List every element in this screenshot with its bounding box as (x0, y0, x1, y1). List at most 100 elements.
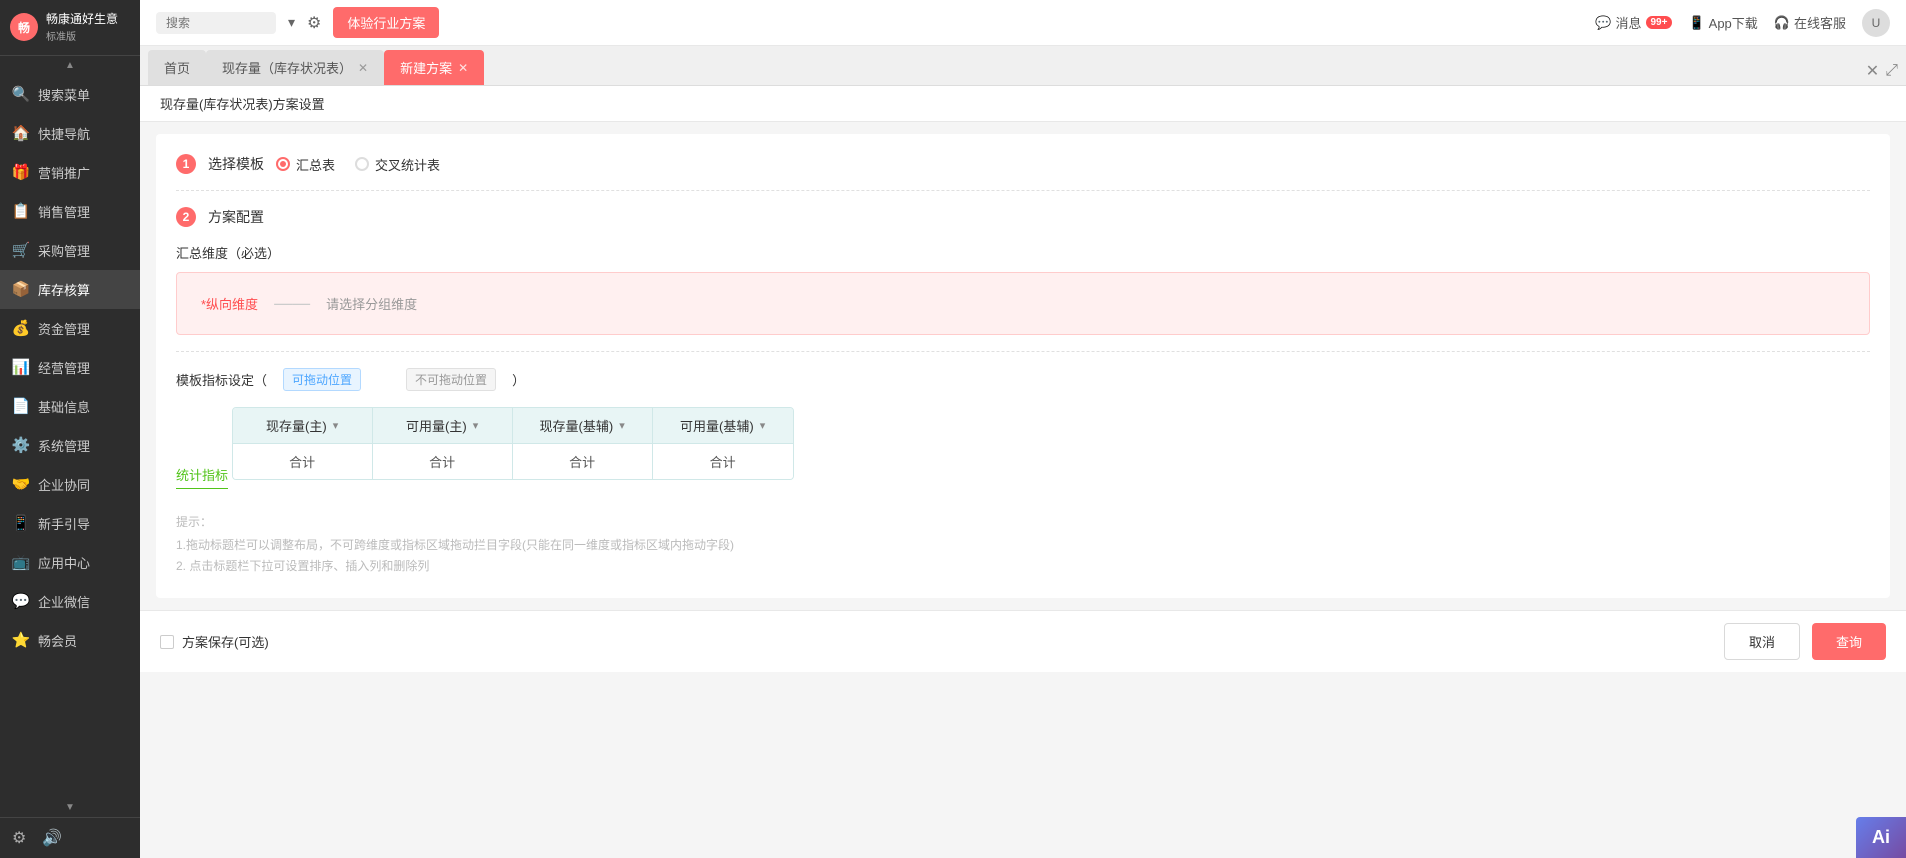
sidebar-item-inventory[interactable]: 📦 库存核算 (0, 270, 140, 309)
gear-icon: ⚙️ (12, 436, 30, 454)
app-logo-icon: 畅 (10, 13, 38, 41)
sidebar-item-basic-info[interactable]: 📄 基础信息 (0, 387, 140, 426)
sidebar-item-label: 快捷导航 (38, 124, 90, 143)
sidebar-item-app-center[interactable]: 📺 应用中心 (0, 543, 140, 582)
sidebar-item-member[interactable]: ⭐ 畅会员 (0, 621, 140, 660)
step2-badge: 2 (176, 207, 196, 227)
gift-icon: 🎁 (12, 163, 30, 181)
sidebar-item-label: 畅会员 (38, 631, 77, 650)
col-cell-1: 合计 (373, 443, 513, 479)
close-window-button[interactable]: ✕ (1866, 61, 1879, 81)
tab-inventory-status-close[interactable]: ✕ (358, 61, 368, 75)
topbar-dropdown-button[interactable]: ▾ (288, 14, 295, 31)
col-header-2: 现存量(基辅) ▾ (513, 408, 653, 443)
tip-item-1: 2. 点击标题栏下拉可设置排序、插入列和删除列 (176, 557, 1870, 574)
online-service-button[interactable]: 🎧 在线客服 (1774, 13, 1846, 32)
sidebar-item-enterprise-wx[interactable]: 💬 企业微信 (0, 582, 140, 621)
col-dropdown-3[interactable]: ▾ (760, 419, 766, 432)
ai-badge[interactable]: Ai (1856, 817, 1906, 858)
cell-label-0: 合计 (233, 443, 372, 479)
dimension-arrow: —— (274, 293, 310, 314)
stats-section: 统计指标 现存量(主) ▾ 可用量(主) ▾ (176, 407, 1870, 497)
tip-item-0: 1.拖动标题栏可以调整布局，不可跨维度或指标区域拖动拦目字段(只能在同一维度或指… (176, 536, 1870, 553)
sidebar-item-marketing[interactable]: 🎁 营销推广 (0, 153, 140, 192)
no-drag-tag: 不可拖动位置 (406, 368, 496, 391)
sidebar-item-system[interactable]: ⚙️ 系统管理 (0, 426, 140, 465)
sidebar-item-search[interactable]: 🔍 搜索菜单 (0, 75, 140, 114)
tab-home[interactable]: 首页 (148, 50, 206, 85)
col-header-label-2: 现存量(基辅) (540, 416, 614, 435)
message-label: 消息 (1615, 13, 1641, 32)
step2-title: 方案配置 (208, 207, 264, 227)
radio-cross-label: 交叉统计表 (375, 155, 440, 174)
message-button[interactable]: 💬 消息 99+ (1595, 13, 1672, 32)
tab-new-plan[interactable]: 新建方案 ✕ (384, 50, 484, 85)
sidebar-scroll-up[interactable]: ▲ (0, 56, 140, 75)
radio-cross[interactable]: 交叉统计表 (355, 155, 440, 174)
sidebar-item-management[interactable]: 📊 经营管理 (0, 348, 140, 387)
cancel-button[interactable]: 取消 (1724, 623, 1800, 660)
sidebar-item-label: 企业微信 (38, 592, 90, 611)
app-download-button[interactable]: 📱 App下载 (1688, 13, 1757, 32)
search-icon: 🔍 (12, 85, 30, 103)
dimension-box[interactable]: *纵向维度 —— 请选择分组维度 (176, 272, 1870, 335)
col-cell-0: 合计 (233, 443, 373, 479)
headset-icon: 🎧 (1774, 15, 1790, 31)
sidebar-scroll-down[interactable]: ▼ (0, 798, 140, 817)
col-header-label-0: 现存量(主) (266, 416, 327, 435)
tab-new-plan-label: 新建方案 (400, 58, 452, 77)
sidebar-item-quick-nav[interactable]: 🏠 快捷导航 (0, 114, 140, 153)
vertical-dimension-label: *纵向维度 (201, 294, 258, 313)
handshake-icon: 🤝 (12, 475, 30, 493)
settings-icon[interactable]: ⚙ (12, 828, 26, 848)
expand-window-button[interactable]: ⤢ (1885, 62, 1898, 80)
query-button[interactable]: 查询 (1812, 623, 1886, 660)
volume-icon[interactable]: 🔊 (42, 828, 62, 848)
step1-divider (176, 190, 1870, 191)
col-cell-3: 合计 (653, 443, 793, 479)
topbar-gear-icon[interactable]: ⚙ (307, 13, 321, 33)
tab-inventory-status[interactable]: 现存量（库存状况表） ✕ (206, 50, 384, 85)
sidebar-item-finance[interactable]: 💰 资金管理 (0, 309, 140, 348)
bottom-bar: 方案保存(可选) 取消 查询 (140, 610, 1906, 672)
col-header-label-3: 可用量(基辅) (680, 416, 754, 435)
sidebar-item-label: 采购管理 (38, 241, 90, 260)
sidebar-item-label: 基础信息 (38, 397, 90, 416)
indicator-separator (377, 370, 390, 389)
bottom-actions: 取消 查询 (1724, 623, 1886, 660)
indicator-setting-label: 模板指标设定（ (176, 370, 267, 389)
step1-row: 1 选择模板 汇总表 交叉统计表 (176, 154, 1870, 174)
sidebar-logo: 畅 畅康通好生意 标准版 (0, 0, 140, 56)
drag-tag: 可拖动位置 (283, 368, 361, 391)
sidebar-item-label: 新手引导 (38, 514, 90, 533)
sidebar-item-sales[interactable]: 📋 销售管理 (0, 192, 140, 231)
cart-icon: 🛒 (12, 241, 30, 259)
sidebar-item-newbie[interactable]: 📱 新手引导 (0, 504, 140, 543)
col-dropdown-1[interactable]: ▾ (473, 419, 479, 432)
window-controls: ✕ ⤢ (1866, 61, 1898, 81)
summary-dimension-label: 汇总维度（必选） (176, 243, 1870, 262)
save-option[interactable]: 方案保存(可选) (160, 632, 269, 651)
radio-summary-label: 汇总表 (296, 155, 335, 174)
stats-table: 现存量(主) ▾ 可用量(主) ▾ 现存量(基辅 (232, 407, 794, 480)
phone-icon: 📱 (1688, 15, 1704, 31)
user-avatar[interactable]: U (1862, 9, 1890, 37)
sidebar-item-label: 应用中心 (38, 553, 90, 572)
sidebar-item-label: 系统管理 (38, 436, 90, 455)
tab-new-plan-close[interactable]: ✕ (458, 61, 468, 75)
app-download-label: App下载 (1709, 13, 1758, 32)
home-icon: 🏠 (12, 124, 30, 142)
radio-summary[interactable]: 汇总表 (276, 155, 335, 174)
col-dropdown-2[interactable]: ▾ (619, 419, 625, 432)
save-option-label: 方案保存(可选) (182, 632, 269, 651)
cell-label-2: 合计 (513, 443, 652, 479)
sidebar-item-purchase[interactable]: 🛒 采购管理 (0, 231, 140, 270)
col-dropdown-0[interactable]: ▾ (333, 419, 339, 432)
trial-button[interactable]: 体验行业方案 (333, 7, 439, 38)
content-area: 现存量(库存状况表)方案设置 1 选择模板 汇总表 交叉统计表 (140, 86, 1906, 858)
page-header: 现存量(库存状况表)方案设置 (140, 86, 1906, 122)
tab-home-label: 首页 (164, 58, 190, 77)
sidebar-item-enterprise[interactable]: 🤝 企业协同 (0, 465, 140, 504)
search-input[interactable] (156, 12, 276, 34)
save-checkbox[interactable] (160, 635, 174, 649)
